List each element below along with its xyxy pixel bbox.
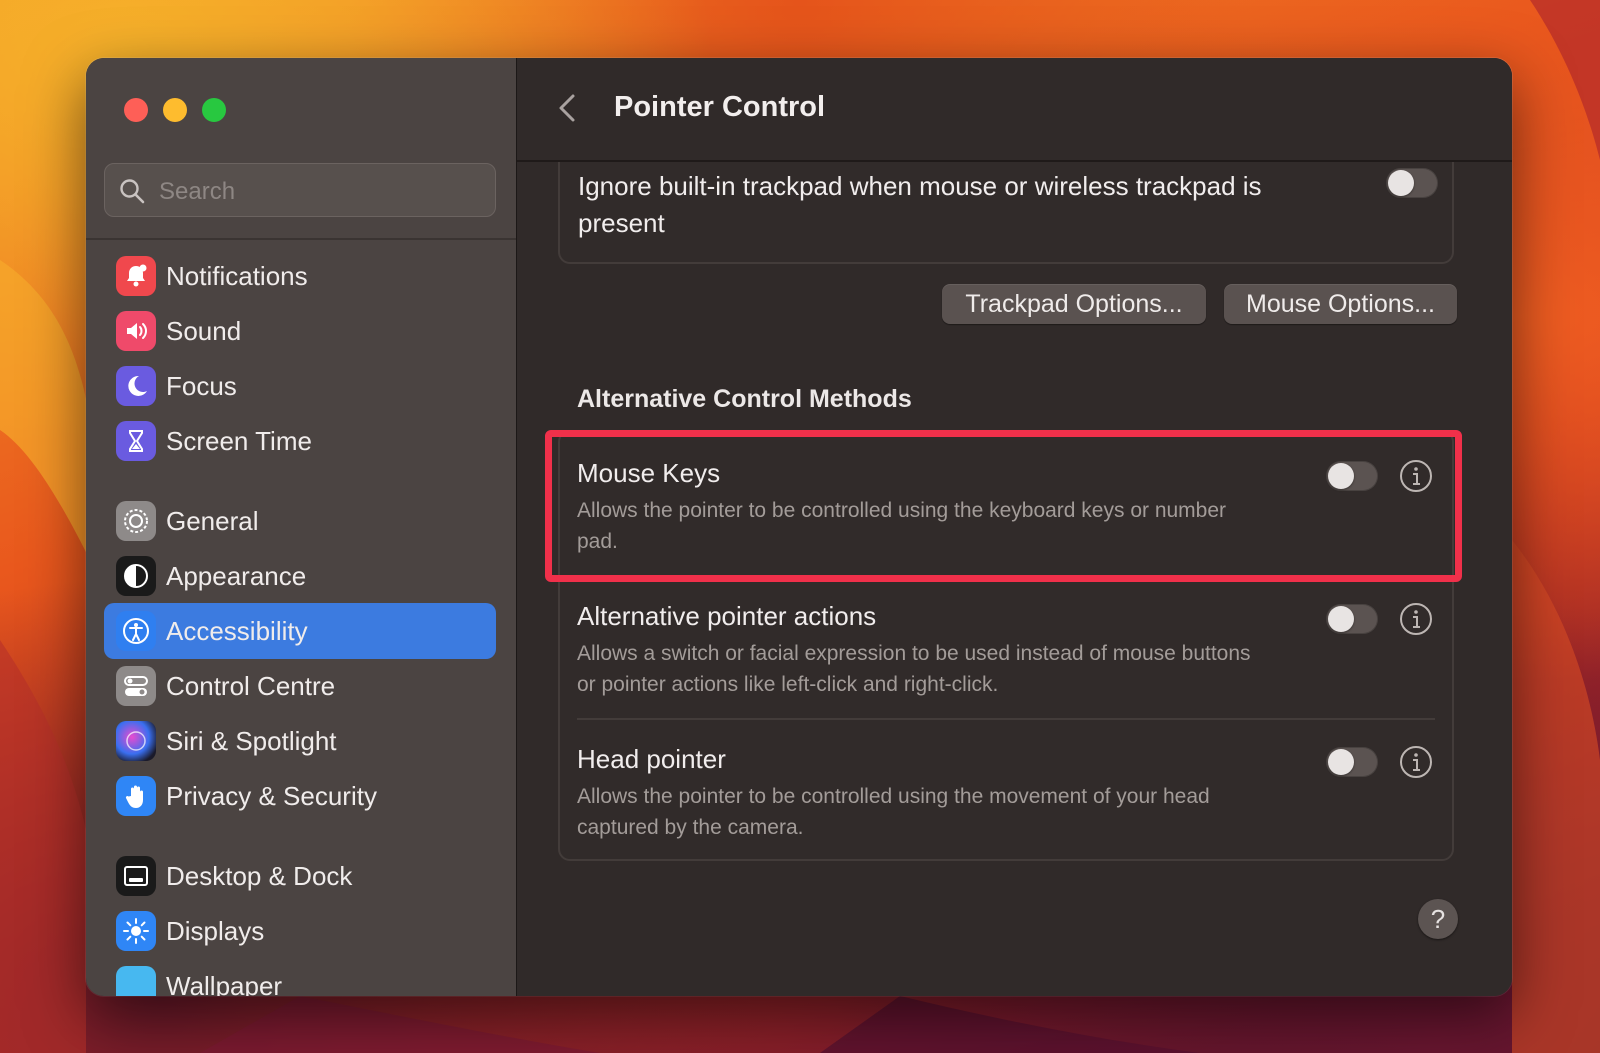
sidebar-item-notifications[interactable]: Notifications: [104, 248, 496, 304]
sidebar-item-label: Accessibility: [166, 616, 308, 646]
toggle-knob: [1388, 170, 1414, 196]
head-pointer-title: Head pointer: [577, 744, 726, 774]
sidebar-item-label: Appearance: [166, 561, 307, 591]
mouse-keys-highlight: [545, 430, 1462, 582]
sidebar-item-label: Control Centre: [166, 671, 336, 701]
ignore-trackpad-label: Ignore built-in trackpad when mouse or w…: [578, 171, 1262, 238]
sidebar-item-label: Siri & Spotlight: [166, 726, 337, 756]
sidebar-item-label: General: [166, 506, 259, 536]
zoom-window-button[interactable]: [202, 98, 226, 122]
sidebar-item-label: Screen Time: [166, 426, 312, 456]
sidebar-item-focus[interactable]: Focus: [104, 358, 496, 414]
sidebar-item-label: Wallpaper: [166, 971, 283, 996]
sidebar-item-general[interactable]: General: [104, 493, 496, 549]
section-heading: Alternative Control Methods: [577, 385, 912, 413]
toggle-knob: [1328, 606, 1354, 632]
sidebar-item-siri-spotlight[interactable]: Siri & Spotlight: [104, 713, 496, 769]
alt-pointer-actions-toggle[interactable]: [1326, 604, 1378, 634]
search-icon: [120, 179, 145, 204]
siri-icon: [116, 721, 156, 761]
settings-window: Search Notifications Sound Focus Screen …: [86, 58, 1512, 996]
toggle-knob: [1328, 749, 1354, 775]
alt-pointer-actions-title: Alternative pointer actions: [577, 601, 877, 631]
sidebar-item-appearance[interactable]: Appearance: [104, 548, 496, 604]
appearance-icon: [116, 556, 156, 596]
minimize-window-button[interactable]: [163, 98, 187, 122]
moon-icon: [116, 366, 156, 406]
wallpaper-icon: [116, 966, 156, 996]
sidebar-item-wallpaper[interactable]: Wallpaper: [104, 958, 496, 996]
alt-pointer-actions-description: Allows a switch or facial expression to …: [577, 642, 1251, 696]
sidebar-item-accessibility[interactable]: Accessibility: [104, 603, 496, 659]
ignore-trackpad-toggle[interactable]: [1386, 168, 1438, 198]
titlebar: Pointer Control: [517, 58, 1512, 162]
sidebar-item-sound[interactable]: Sound: [104, 303, 496, 359]
sidebar-item-label: Notifications: [166, 261, 308, 291]
sidebar-item-label: Privacy & Security: [166, 781, 377, 811]
help-button[interactable]: ?: [1418, 899, 1458, 939]
dock-icon: [116, 856, 156, 896]
sidebar-item-label: Sound: [166, 316, 242, 346]
accessibility-icon: [116, 611, 156, 651]
hourglass-icon: [116, 421, 156, 461]
control-centre-icon: [116, 666, 156, 706]
back-chevron-icon[interactable]: [553, 88, 583, 128]
speaker-icon: [116, 311, 156, 351]
sidebar-item-screen-time[interactable]: Screen Time: [104, 413, 496, 469]
row-divider: [577, 718, 1435, 720]
head-pointer-description: Allows the pointer to be controlled usin…: [577, 785, 1210, 839]
bell-icon: [116, 256, 156, 296]
info-icon[interactable]: [1399, 745, 1433, 779]
sidebar-item-control-centre[interactable]: Control Centre: [104, 658, 496, 714]
trackpad-option-card: Ignore built-in trackpad when mouse or w…: [558, 150, 1454, 264]
head-pointer-toggle[interactable]: [1326, 747, 1378, 777]
sidebar: Search Notifications Sound Focus Screen …: [86, 58, 517, 996]
sidebar-item-privacy-security[interactable]: Privacy & Security: [104, 768, 496, 824]
sidebar-item-label: Desktop & Dock: [166, 861, 353, 891]
mouse-options-button[interactable]: Mouse Options...: [1224, 284, 1457, 324]
main-panel: Ignore built-in trackpad when mouse or w…: [517, 58, 1512, 996]
page-title: Pointer Control: [614, 91, 826, 123]
sidebar-divider: [86, 238, 516, 240]
gear-icon: [116, 501, 156, 541]
trackpad-options-button[interactable]: Trackpad Options...: [942, 284, 1206, 324]
search-placeholder: Search: [159, 178, 236, 205]
sidebar-item-label: Focus: [166, 371, 237, 401]
search-field[interactable]: Search: [104, 163, 496, 217]
hand-icon: [116, 776, 156, 816]
close-window-button[interactable]: [124, 98, 148, 122]
sun-icon: [116, 911, 156, 951]
sidebar-item-desktop-dock[interactable]: Desktop & Dock: [104, 848, 496, 904]
sidebar-item-displays[interactable]: Displays: [104, 903, 496, 959]
info-icon[interactable]: [1399, 602, 1433, 636]
sidebar-item-label: Displays: [166, 916, 265, 946]
